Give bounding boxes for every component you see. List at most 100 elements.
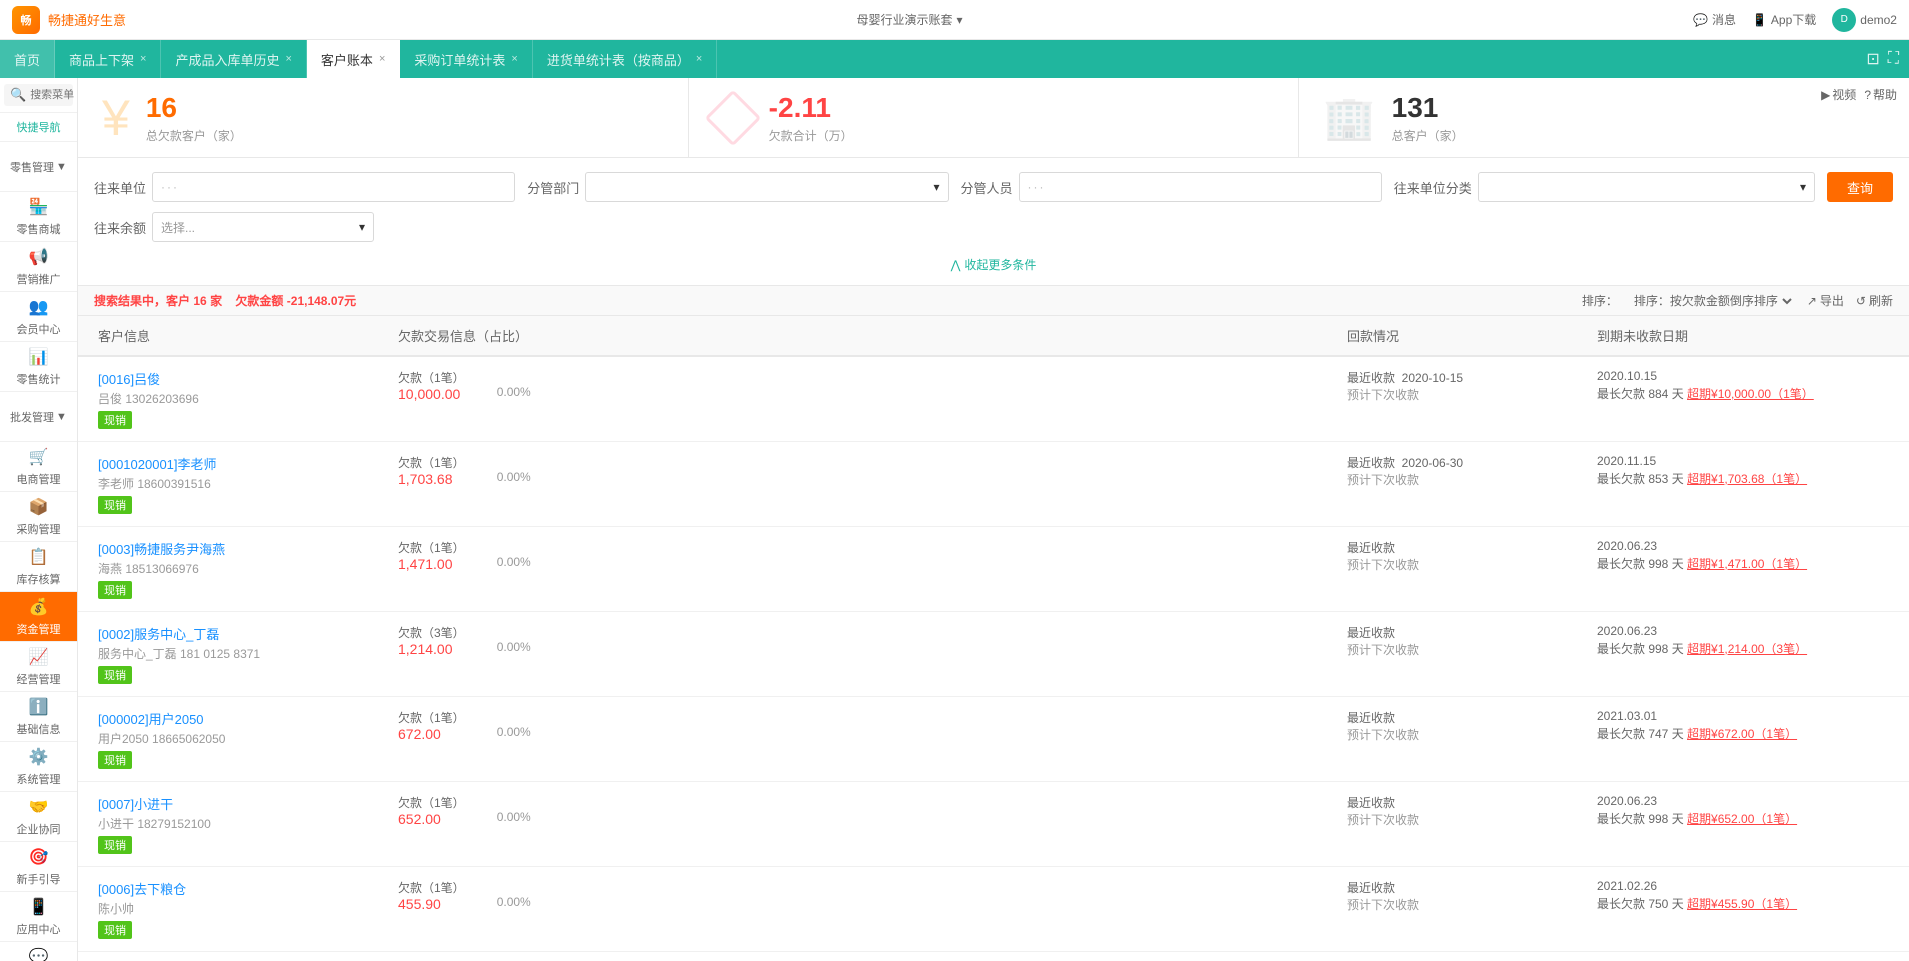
finance-icon: 💰 [29,597,49,617]
overdue-link[interactable]: 超期¥1,214.00（3笔） [1687,642,1807,656]
filter-select-unit-class[interactable]: ▾ [1478,172,1815,202]
sidebar-item-app-center[interactable]: 📱 应用中心 [0,892,77,942]
filter-select-balance[interactable]: 选择... ▾ [152,212,374,242]
filter-input-from-unit[interactable]: ··· [152,172,515,202]
sidebar-item-sys-mgmt[interactable]: ⚙️ 系统管理 [0,742,77,792]
customer-name-link[interactable]: [000002]用户2050 [98,712,204,727]
store-selector[interactable]: 母婴行业演示账套 ▾ [856,11,962,28]
tab-home[interactable]: 首页 [0,40,55,78]
tab-customer-account[interactable]: 客户账本 × [307,40,400,78]
filter-collapse-button[interactable]: ⋀ 收起更多条件 [94,252,1893,277]
sidebar-item-finance[interactable]: 💰 资金管理 [0,592,77,642]
chevron-down-icon: ▾ [1800,180,1806,194]
message-button[interactable]: 💬 消息 [1693,11,1736,28]
customer-name-link[interactable]: [0006]去下粮仓 [98,882,186,897]
sidebar-item-label: 零售商城 [17,221,61,237]
filter-section: 往来单位 ··· 分管部门 ▾ 分管人员 ··· [78,158,1909,286]
cell-debt-info: 欠款（3笔） 1,214.00 0.00% [394,622,1343,686]
chevron-down-icon: ▾ [933,180,939,194]
sort-label: 排序： [1582,292,1618,309]
filter-select-dept[interactable]: ▾ [585,172,948,202]
tab-bar: 首页 商品上下架 × 产成品入库单历史 × 客户账本 × 采购订单统计表 × 进… [0,40,1909,78]
sidebar-search[interactable]: 🔍 [0,78,77,113]
search-menu-input[interactable] [30,89,78,101]
query-button[interactable]: 查询 [1827,172,1893,202]
sidebar-item-marketing[interactable]: 📢 营销推广 [0,242,77,292]
tab-close-product-history[interactable]: × [285,53,291,65]
sidebar-item-label: 库存核算 [17,571,61,587]
sidebar-item-retail-store[interactable]: 🏪 零售商城 [0,192,77,242]
tab-right-controls: ⊡ ⛶ [1856,49,1909,69]
col-customer-info: 客户信息 [94,324,394,347]
customer-tag: 现销 [98,411,132,429]
due-days: 最长欠款 853 天 超期¥1,703.68（1笔） [1597,470,1889,487]
tab-purchase-order[interactable]: 采购订单统计表 × [400,40,532,78]
cell-recovery: 最近收款 预计下次收款 [1343,622,1593,686]
debt-amount: 1,214.00 [398,641,465,657]
overdue-link[interactable]: 超期¥1,703.68（1笔） [1687,472,1807,486]
overdue-link[interactable]: 超期¥652.00（1笔） [1687,812,1797,826]
help-button[interactable]: ? 帮助 [1864,86,1897,103]
chevron-icon: ▼ [56,161,67,173]
overdue-link[interactable]: 超期¥10,000.00（1笔） [1687,387,1814,401]
debt-amount: 1,471.00 [398,556,465,572]
recovery-next: 预计下次收款 [1347,811,1589,828]
tab-close-product-off[interactable]: × [140,53,146,65]
tab-close-customer-account[interactable]: × [379,53,385,65]
customer-name-link[interactable]: [0003]畅捷服务尹海燕 [98,542,225,557]
tab-expand-button[interactable]: ⛶ [1888,50,1899,68]
yuan-icon: ¥ [102,93,130,143]
sort-select[interactable]: 排序：按欠款金额倒序排序 [1630,293,1795,309]
tab-stock-stats[interactable]: 进货单统计表（按商品） × [533,40,717,78]
table-header: 客户信息 欠款交易信息（占比） 回款情况 到期未收款日期 [78,316,1909,357]
tab-restore-button[interactable]: ⊡ [1866,49,1879,69]
customer-phone: 海燕 18513066976 [98,560,390,577]
sidebar-item-purchase[interactable]: 📦 采购管理 [0,492,77,542]
video-button[interactable]: ▶ 视频 [1821,86,1856,103]
tab-close-purchase-order[interactable]: × [511,53,517,65]
stats-icon: 📊 [29,347,49,367]
overdue-link[interactable]: 超期¥455.90（1笔） [1687,897,1797,911]
customer-name-link[interactable]: [0007]小进干 [98,797,173,812]
customer-tag: 现销 [98,496,132,514]
sidebar-item-batch-mgmt[interactable]: 批发管理 ▼ [0,392,77,442]
cell-customer-info: [0007]小进干 小进干 18279152100 现销 [94,792,394,856]
cell-customer-info: [0003]畅捷服务尹海燕 海燕 18513066976 现销 [94,537,394,601]
sidebar-item-inventory[interactable]: 📋 库存核算 [0,542,77,592]
sidebar-item-retail-mgmt[interactable]: 零售管理 ▼ [0,142,77,192]
cell-debt-info: 欠款（1笔） 652.00 0.00% [394,792,1343,856]
debt-amount: 10,000.00 [398,386,465,402]
tab-product-off[interactable]: 商品上下架 × [55,40,161,78]
tab-product-history[interactable]: 产成品入库单历史 × [161,40,306,78]
sidebar-item-new-guide[interactable]: 🎯 新手引导 [0,842,77,892]
sidebar-item-label: 采购管理 [17,521,61,537]
sidebar-item-retail-stats[interactable]: 📊 零售统计 [0,342,77,392]
overdue-link[interactable]: 超期¥1,471.00（1笔） [1687,557,1807,571]
sidebar-item-basic-info[interactable]: ℹ️ 基础信息 [0,692,77,742]
recovery-recent: 最近收款 [1347,539,1589,556]
sidebar-item-label: 批发管理 [10,409,54,425]
sidebar-item-operations[interactable]: 📈 经营管理 [0,642,77,692]
sidebar-item-label: 经营管理 [17,671,61,687]
table-row: [000001]黄思源 黄思源 13552700226 现销 欠款（1笔） 42… [78,952,1909,961]
export-button[interactable]: ↗ 导出 [1807,292,1844,309]
filter-input-person[interactable]: ··· [1019,172,1382,202]
overdue-link[interactable]: 超期¥672.00（1笔） [1687,727,1797,741]
app-download-button[interactable]: 📱 App下载 [1752,11,1816,28]
sidebar-item-quick-nav[interactable]: 快捷导航 [0,113,77,142]
app-logo-icon: 畅 [12,6,40,34]
sidebar-item-corp-wechat[interactable]: 💬 企业微信 [0,942,77,961]
customer-name-link[interactable]: [0016]吕俊 [98,372,160,387]
cell-customer-info: [0002]服务中心_丁磊 服务中心_丁磊 181 0125 8371 现销 [94,622,394,686]
sidebar-item-member[interactable]: 👥 会员中心 [0,292,77,342]
refresh-button[interactable]: ↺ 刷新 [1856,292,1893,309]
table-row: [0016]吕俊 吕俊 13026203696 现销 欠款（1笔） 10,000… [78,357,1909,442]
cell-customer-info: [0001020001]李老师 李老师 18600391516 现销 [94,452,394,516]
debt-count: 欠款（3笔） [398,624,465,641]
sidebar-item-corp-collab[interactable]: 🤝 企业协同 [0,792,77,842]
customer-name-link[interactable]: [0002]服务中心_丁磊 [98,627,219,642]
customer-name-link[interactable]: [0001020001]李老师 [98,457,217,472]
tab-close-stock-stats[interactable]: × [696,53,702,65]
sidebar-item-ecommerce[interactable]: 🛒 电商管理 [0,442,77,492]
user-profile[interactable]: D demo2 [1832,8,1897,32]
